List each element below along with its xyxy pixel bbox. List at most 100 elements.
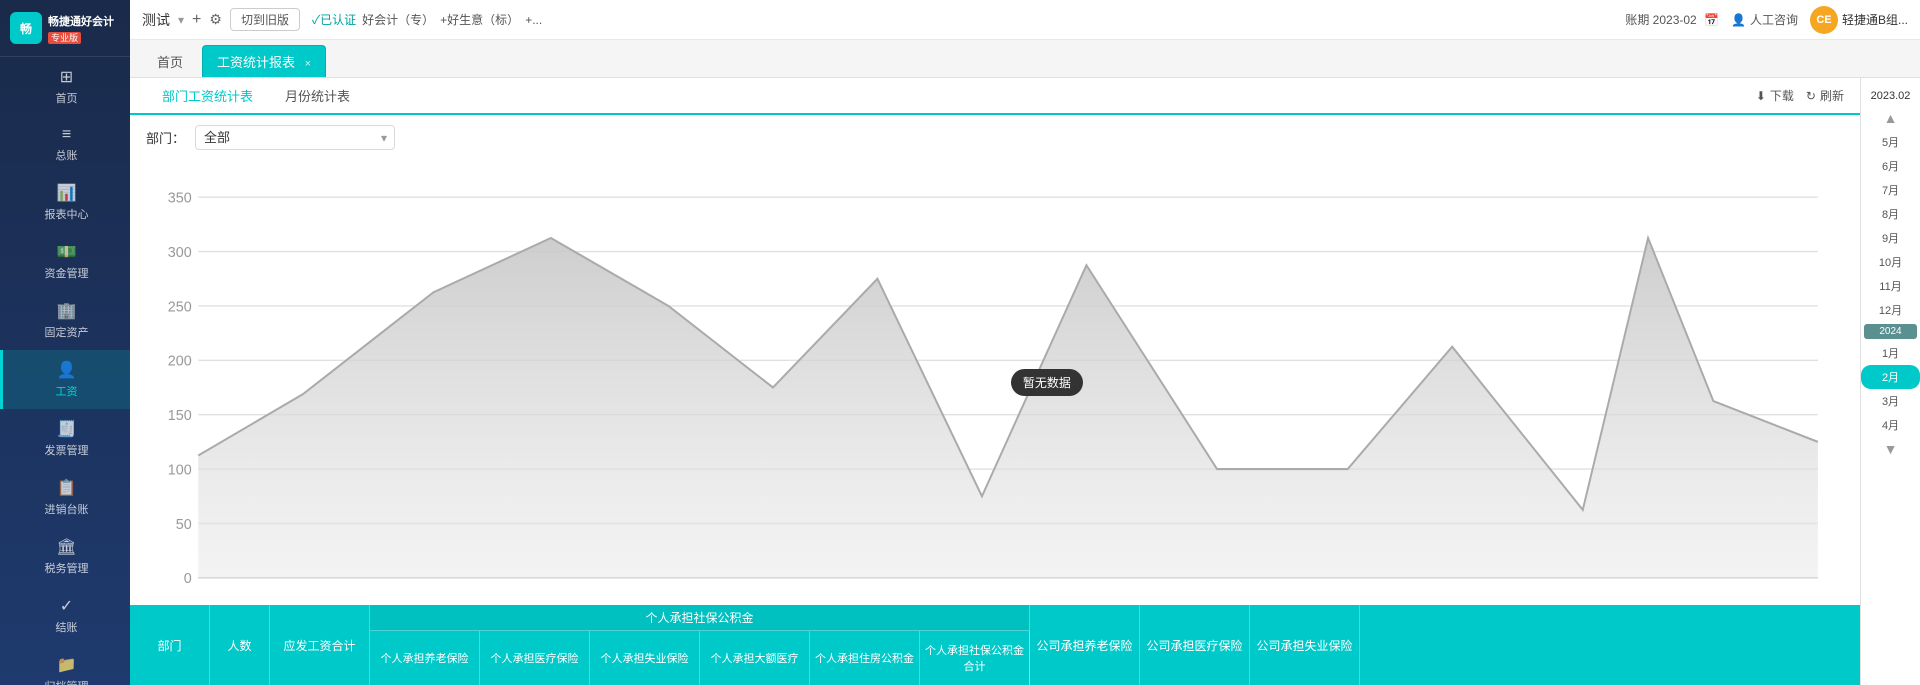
- right-panel-month-2-active[interactable]: 2月: [1861, 365, 1920, 389]
- chart-tooltip-text: 暂无数据: [1023, 376, 1071, 390]
- sidebar-item-reports[interactable]: 📊 报表中心: [0, 173, 130, 232]
- topbar-title: 测试: [142, 10, 170, 30]
- svg-text:200: 200: [168, 354, 192, 370]
- right-panel-month-6[interactable]: 6月: [1861, 154, 1920, 178]
- sidebar-item-tax[interactable]: 🏛 税务管理: [0, 527, 130, 586]
- right-panel-month-5[interactable]: 5月: [1861, 130, 1920, 154]
- settle-icon: ✓: [60, 596, 73, 616]
- right-panel-month-3[interactable]: 3月: [1861, 389, 1920, 413]
- refresh-icon: ↻: [1806, 89, 1816, 103]
- right-panel-month-1[interactable]: 1月: [1861, 341, 1920, 365]
- sidebar-nav: ⊞ 首页 ≡ 总账 📊 报表中心 💵 资金管理 🏢 固定资产 👤 工资 🧾 发票…: [0, 57, 130, 685]
- assets-icon: 🏢: [57, 301, 77, 321]
- sidebar-item-archive[interactable]: 📁 归档管理: [0, 645, 130, 685]
- tab-close-icon[interactable]: ×: [305, 58, 311, 70]
- badge-good-business: +好生意（标）: [440, 11, 519, 28]
- funds-icon: 💵: [57, 242, 77, 262]
- svg-text:250: 250: [168, 299, 192, 315]
- ledger-icon: ≡: [62, 126, 71, 144]
- user-initials: CE: [1816, 14, 1831, 26]
- right-panel: 2023.02 ▲ 5月 6月 7月 8月 9月 10月 11月: [1860, 78, 1920, 685]
- th-housing: 个人承担住房公积金: [810, 631, 920, 685]
- th-medical: 个人承担医疗保险: [480, 631, 590, 685]
- table-header-inner: 部门 人数 应发工资合计 个人承担社保公积金: [130, 605, 1860, 685]
- chart-tooltip: 暂无数据: [1011, 369, 1083, 396]
- right-panel-month-8[interactable]: 8月: [1861, 202, 1920, 226]
- logo-title: 畅捷通好会计: [48, 13, 114, 29]
- topbar-right: 账期 2023-02 📅 👤 人工咨询 CE 轻捷通B组...: [1625, 6, 1908, 34]
- sub-tab-dept[interactable]: 部门工资统计表: [146, 78, 269, 113]
- trade-icon: 📋: [57, 478, 77, 498]
- logo-badge: 专业版: [48, 32, 81, 44]
- salary-chart: 350 300 250 200 150 100 50 0: [146, 170, 1844, 605]
- sidebar-item-funds[interactable]: 💵 资金管理: [0, 232, 130, 291]
- sub-tabs-right: ⬇ 下载 ↻ 刷新: [1756, 87, 1844, 104]
- th-company-pension: 公司承担养老保险: [1030, 605, 1140, 685]
- add-button[interactable]: +: [192, 11, 201, 29]
- user-avatar: CE: [1810, 6, 1838, 34]
- topbar-badges: ✓已认证 好会计（专） +好生意（标） +...: [312, 11, 542, 28]
- sidebar-item-settle[interactable]: ✓ 结账: [0, 586, 130, 645]
- sidebar-item-label: 总账: [56, 147, 78, 163]
- filter-bar: 部门： 全部: [130, 115, 1860, 160]
- right-panel-month-11[interactable]: 11月: [1861, 274, 1920, 298]
- badge-more: +...: [525, 13, 542, 27]
- right-panel-month-9[interactable]: 9月: [1861, 226, 1920, 250]
- badge-good-accounting: 好会计（专）: [362, 11, 434, 28]
- sidebar-item-label: 归档管理: [45, 678, 89, 685]
- svg-text:100: 100: [168, 462, 192, 478]
- th-group-personal-header: 个人承担社保公积金: [370, 605, 1029, 631]
- sub-tab-month[interactable]: 月份统计表: [269, 78, 366, 113]
- dropdown-arrow-icon[interactable]: ▾: [178, 13, 184, 27]
- sidebar-item-trade[interactable]: 📋 进销台账: [0, 468, 130, 527]
- content-wrapper: 部门工资统计表 月份统计表 ⬇ 下载 ↻ 刷新: [130, 78, 1920, 685]
- sidebar-item-label: 资金管理: [45, 265, 89, 281]
- page-content: 部门工资统计表 月份统计表 ⬇ 下载 ↻ 刷新: [130, 78, 1860, 685]
- settings-gear-icon[interactable]: ⚙: [209, 11, 222, 28]
- home-icon: ⊞: [60, 67, 73, 87]
- tab-home[interactable]: 首页: [142, 45, 198, 77]
- th-unemployment: 个人承担失业保险: [590, 631, 700, 685]
- right-panel-month-12[interactable]: 12月: [1861, 298, 1920, 322]
- right-panel-month-7[interactable]: 7月: [1861, 178, 1920, 202]
- sidebar-item-ledger[interactable]: ≡ 总账: [0, 116, 130, 173]
- th-group-personal: 个人承担社保公积金 个人承担养老保险 个人承担医疗保险 个人承担失业保险: [370, 605, 1030, 685]
- calendar-icon[interactable]: 📅: [1704, 13, 1719, 27]
- period-display: 账期 2023-02 📅: [1625, 11, 1719, 28]
- sidebar-item-invoice[interactable]: 🧾 发票管理: [0, 409, 130, 468]
- period-label: 账期: [1625, 13, 1649, 27]
- refresh-button[interactable]: ↻ 刷新: [1806, 87, 1844, 104]
- sidebar-item-assets[interactable]: 🏢 固定资产: [0, 291, 130, 350]
- right-panel-down-arrow[interactable]: ▼: [1880, 437, 1902, 461]
- sidebar-item-label: 发票管理: [45, 442, 89, 458]
- sidebar-item-label: 报表中心: [45, 206, 89, 222]
- th-company-medical: 公司承担医疗保险: [1140, 605, 1250, 685]
- th-count: 人数: [210, 605, 270, 685]
- help-button[interactable]: 👤 人工咨询: [1731, 11, 1798, 28]
- chart-area: 350 300 250 200 150 100 50 0: [130, 160, 1860, 605]
- user-menu-button[interactable]: CE 轻捷通B组...: [1810, 6, 1908, 34]
- logo-text: 畅捷通好会计 专业版: [48, 13, 114, 44]
- right-panel-up-arrow[interactable]: ▲: [1880, 106, 1902, 130]
- dept-filter-select[interactable]: 全部: [195, 125, 395, 150]
- table-header: 部门 人数 应发工资合计 个人承担社保公积金: [130, 605, 1860, 685]
- right-panel-month-10[interactable]: 10月: [1861, 250, 1920, 274]
- tab-salary-label: 工资统计报表: [217, 55, 295, 70]
- sidebar: 畅 畅捷通好会计 专业版 ⊞ 首页 ≡ 总账 📊 报表中心 💵 资金管理 🏢 固…: [0, 0, 130, 685]
- sub-tabs-bar: 部门工资统计表 月份统计表 ⬇ 下载 ↻ 刷新: [130, 78, 1860, 115]
- tab-salary-report[interactable]: 工资统计报表 ×: [202, 45, 326, 77]
- refresh-label: 刷新: [1820, 87, 1844, 104]
- sidebar-item-home[interactable]: ⊞ 首页: [0, 57, 130, 116]
- sidebar-logo: 畅 畅捷通好会计 专业版: [0, 0, 130, 57]
- right-panel-month-4[interactable]: 4月: [1861, 413, 1920, 437]
- sidebar-item-label: 进销台账: [45, 501, 89, 517]
- svg-text:0: 0: [184, 571, 192, 587]
- sidebar-item-salary[interactable]: 👤 工资: [0, 350, 130, 409]
- tab-home-label: 首页: [157, 55, 183, 70]
- switch-to-old-button[interactable]: 切到旧版: [230, 8, 300, 31]
- download-button[interactable]: ⬇ 下载: [1756, 87, 1794, 104]
- tabbar: 首页 工资统计报表 ×: [130, 40, 1920, 78]
- sidebar-item-label: 税务管理: [45, 560, 89, 576]
- right-panel-year-2024: 2024: [1864, 324, 1917, 339]
- th-group-personal-cells: 个人承担养老保险 个人承担医疗保险 个人承担失业保险 个人承担大额医疗: [370, 631, 1029, 685]
